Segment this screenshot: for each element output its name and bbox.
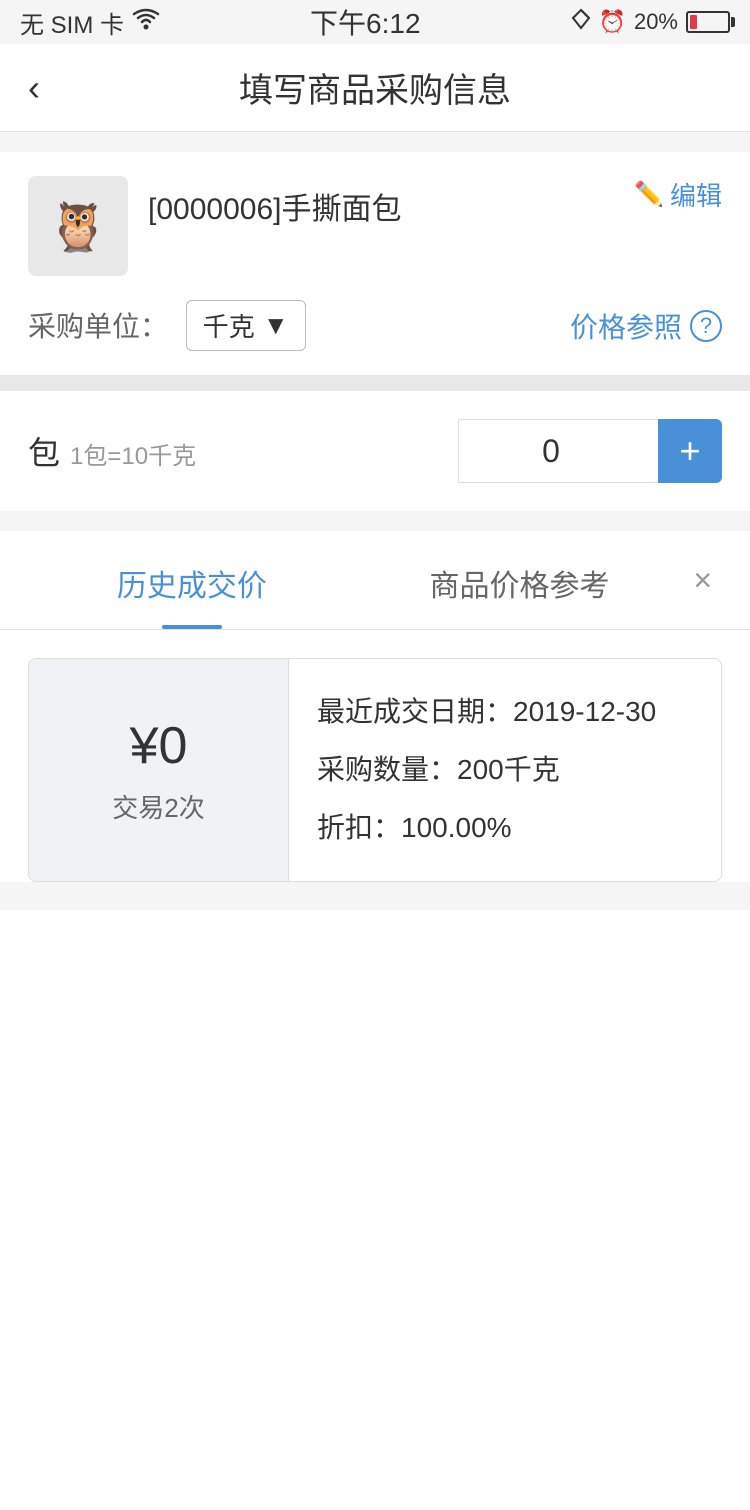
- status-left: 无 SIM 卡: [20, 5, 160, 40]
- qty-conversion: 1包=10千克: [70, 436, 196, 471]
- recent-date-value: 2019-12-30: [513, 696, 656, 727]
- discount-label: 折扣：: [317, 812, 401, 843]
- wifi-icon: [132, 8, 160, 37]
- battery-percent: 20%: [634, 9, 678, 35]
- unit-label: 采购单位：: [28, 311, 168, 342]
- discount-row: 折扣：100.00%: [317, 807, 693, 849]
- status-right: ⏰ 20%: [571, 8, 730, 36]
- page-footer: [0, 910, 750, 1510]
- edit-button[interactable]: ✏️ 编辑: [634, 176, 722, 213]
- unit-value: 千克: [203, 307, 255, 344]
- tab-history-price[interactable]: 历史成交价: [28, 531, 356, 629]
- sheet-tabs: 历史成交价 商品价格参考 ×: [0, 531, 750, 630]
- product-thumbnail: 🦉: [28, 176, 128, 276]
- dropdown-icon: ▼: [263, 310, 289, 341]
- unit-select[interactable]: 千克 ▼: [186, 300, 306, 351]
- unit-left: 采购单位： 千克 ▼: [28, 300, 306, 351]
- product-name: [0000006]手撕面包: [148, 176, 401, 228]
- recent-date-row: 最近成交日期：2019-12-30: [317, 691, 693, 733]
- product-left: 🦉 [0000006]手撕面包: [28, 176, 401, 276]
- qty-plus-button[interactable]: +: [658, 419, 722, 483]
- product-section: 🦉 [0000006]手撕面包 ✏️ 编辑 采购单位： 千克 ▼ 价格参照 ?: [0, 152, 750, 375]
- location-icon: [571, 8, 591, 36]
- qty-input[interactable]: [458, 419, 658, 483]
- qty-unit: 包: [28, 428, 60, 474]
- carrier-label: 无 SIM 卡: [20, 5, 124, 40]
- section-divider: [0, 375, 750, 391]
- discount-value: 100.00%: [401, 812, 512, 843]
- status-time: 下午6:12: [310, 2, 421, 42]
- alarm-icon: ⏰: [599, 9, 626, 35]
- nav-bar: ‹ 填写商品采购信息: [0, 44, 750, 132]
- bottom-sheet: 历史成交价 商品价格参考 × ¥0 交易2次 最近成交日期：2019-12-30…: [0, 531, 750, 882]
- edit-label: 编辑: [670, 176, 722, 213]
- card-price-section: ¥0 交易2次: [29, 659, 289, 881]
- edit-icon: ✏️: [634, 180, 664, 209]
- status-bar: 无 SIM 卡 下午6:12 ⏰ 20%: [0, 0, 750, 44]
- battery-icon: [686, 11, 730, 33]
- qty-input-row: +: [458, 419, 722, 483]
- tab-price-reference[interactable]: 商品价格参考: [356, 531, 684, 629]
- purchase-qty-label: 采购数量：: [317, 754, 457, 785]
- card-price-value: ¥0: [130, 716, 188, 776]
- qty-label-box: 包 1包=10千克: [28, 428, 196, 474]
- history-card: ¥0 交易2次 最近成交日期：2019-12-30 采购数量：200千克 折扣：…: [28, 658, 722, 882]
- price-ref-label: 价格参照: [570, 306, 682, 346]
- purchase-qty-value: 200千克: [457, 754, 560, 785]
- sheet-close-button[interactable]: ×: [683, 552, 722, 609]
- page-title: 填写商品采购信息: [239, 63, 511, 112]
- back-button[interactable]: ‹: [28, 67, 40, 109]
- quantity-row: 包 1包=10千克 +: [0, 391, 750, 511]
- product-unit-row: 采购单位： 千克 ▼ 价格参照 ?: [28, 300, 722, 351]
- help-icon: ?: [690, 310, 722, 342]
- price-ref-button[interactable]: 价格参照 ?: [570, 306, 722, 346]
- card-trades: 交易2次: [112, 788, 204, 825]
- product-logo-icon: 🦉: [48, 198, 108, 255]
- recent-date-label: 最近成交日期：: [317, 696, 513, 727]
- purchase-qty-row: 采购数量：200千克: [317, 749, 693, 791]
- product-header: 🦉 [0000006]手撕面包 ✏️ 编辑: [28, 176, 722, 276]
- card-detail-section: 最近成交日期：2019-12-30 采购数量：200千克 折扣：100.00%: [289, 659, 721, 881]
